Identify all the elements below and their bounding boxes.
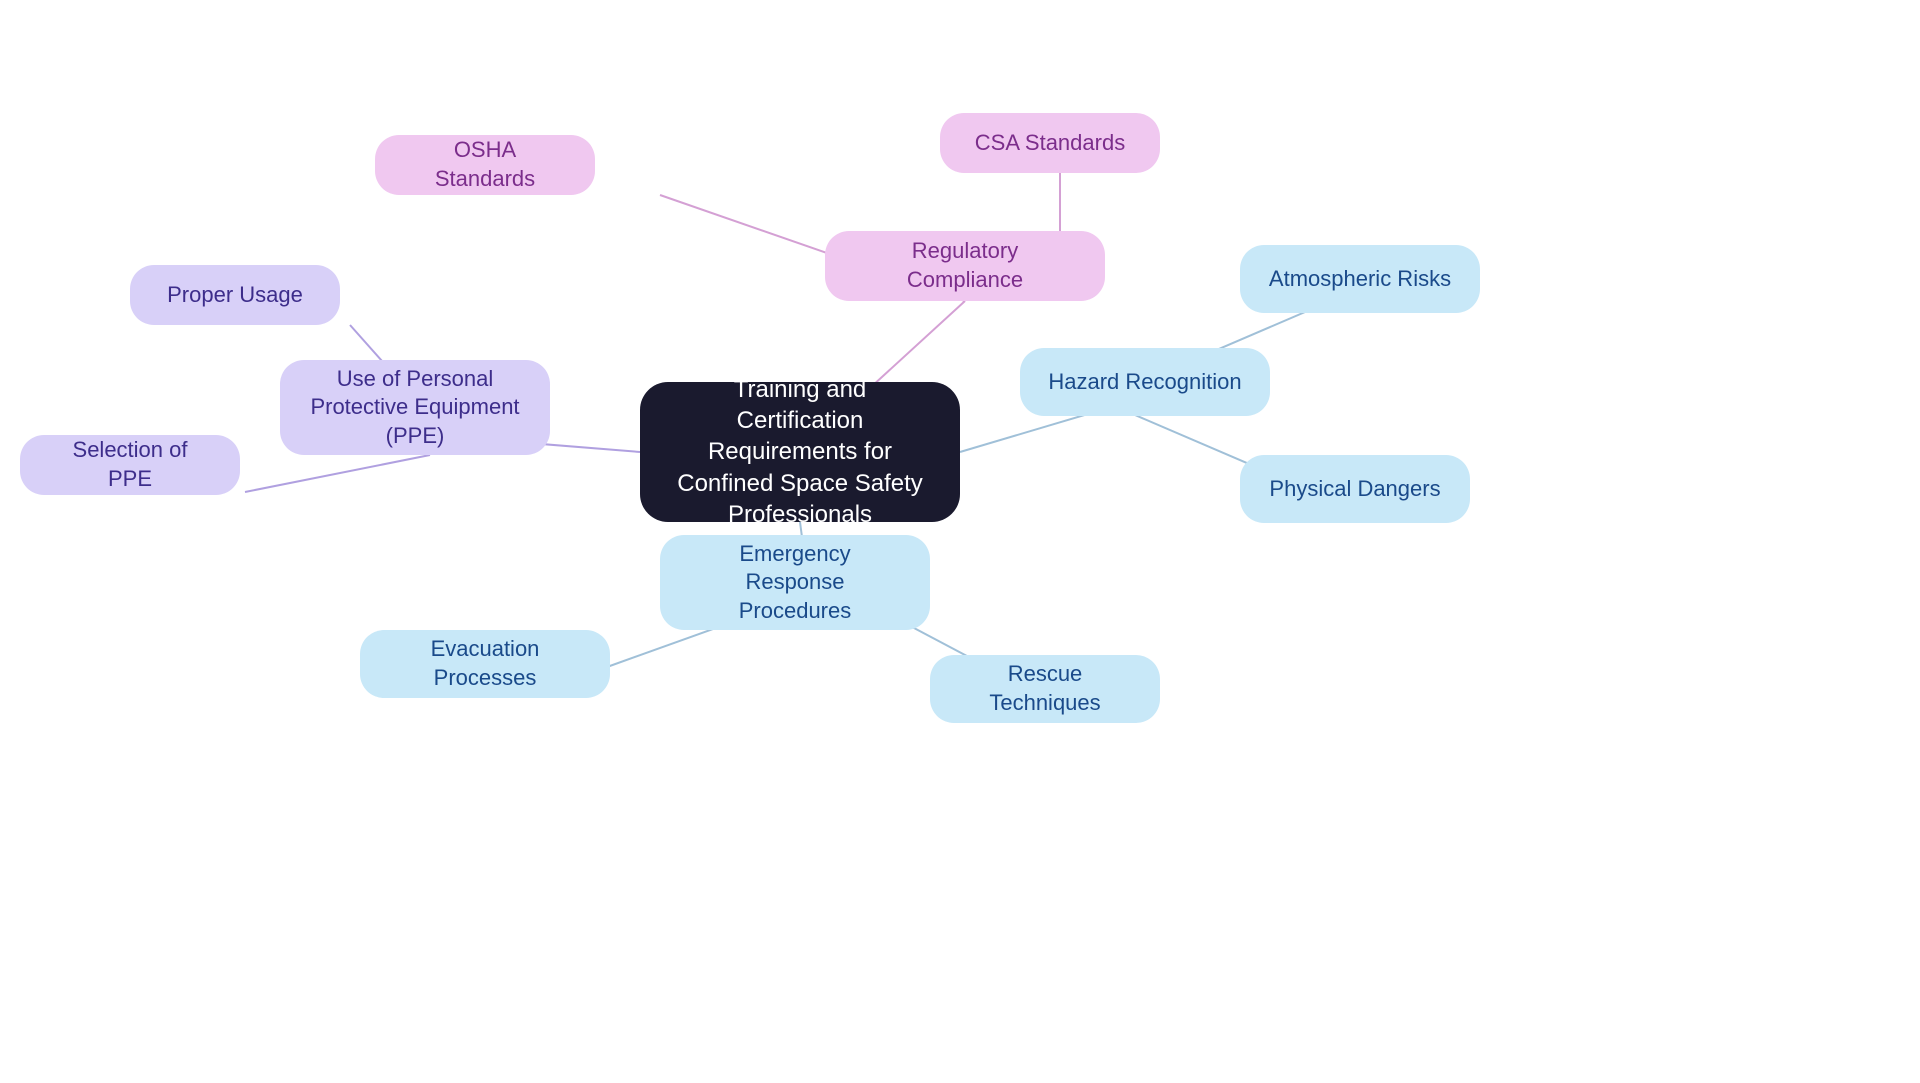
hazard-recognition-node[interactable]: Hazard Recognition [1020,348,1270,416]
rescue-techniques-node[interactable]: Rescue Techniques [930,655,1160,723]
hazard-recognition-label: Hazard Recognition [1048,368,1241,397]
regulatory-compliance-node[interactable]: Regulatory Compliance [825,231,1105,301]
center-node[interactable]: Training and Certification Requirements … [640,382,960,522]
physical-dangers-node[interactable]: Physical Dangers [1240,455,1470,523]
osha-standards-node[interactable]: OSHA Standards [375,135,595,195]
emergency-response-label: Emergency Response Procedures [688,540,902,626]
atmospheric-risks-label: Atmospheric Risks [1269,265,1451,294]
atmospheric-risks-node[interactable]: Atmospheric Risks [1240,245,1480,313]
proper-usage-label: Proper Usage [167,281,303,310]
physical-dangers-label: Physical Dangers [1269,475,1440,504]
evacuation-processes-node[interactable]: Evacuation Processes [360,630,610,698]
evacuation-label: Evacuation Processes [388,635,582,692]
selection-ppe-label: Selection of PPE [48,436,212,493]
center-label: Training and Certification Requirements … [668,374,932,530]
proper-usage-node[interactable]: Proper Usage [130,265,340,325]
csa-standards-node[interactable]: CSA Standards [940,113,1160,173]
rescue-techniques-label: Rescue Techniques [958,660,1132,717]
ppe-use-node[interactable]: Use of Personal Protective Equipment (PP… [280,360,550,455]
ppe-use-label: Use of Personal Protective Equipment (PP… [308,365,522,451]
osha-label: OSHA Standards [403,136,567,193]
regulatory-compliance-label: Regulatory Compliance [853,237,1077,294]
csa-label: CSA Standards [975,129,1125,158]
emergency-response-node[interactable]: Emergency Response Procedures [660,535,930,630]
selection-ppe-node[interactable]: Selection of PPE [20,435,240,495]
